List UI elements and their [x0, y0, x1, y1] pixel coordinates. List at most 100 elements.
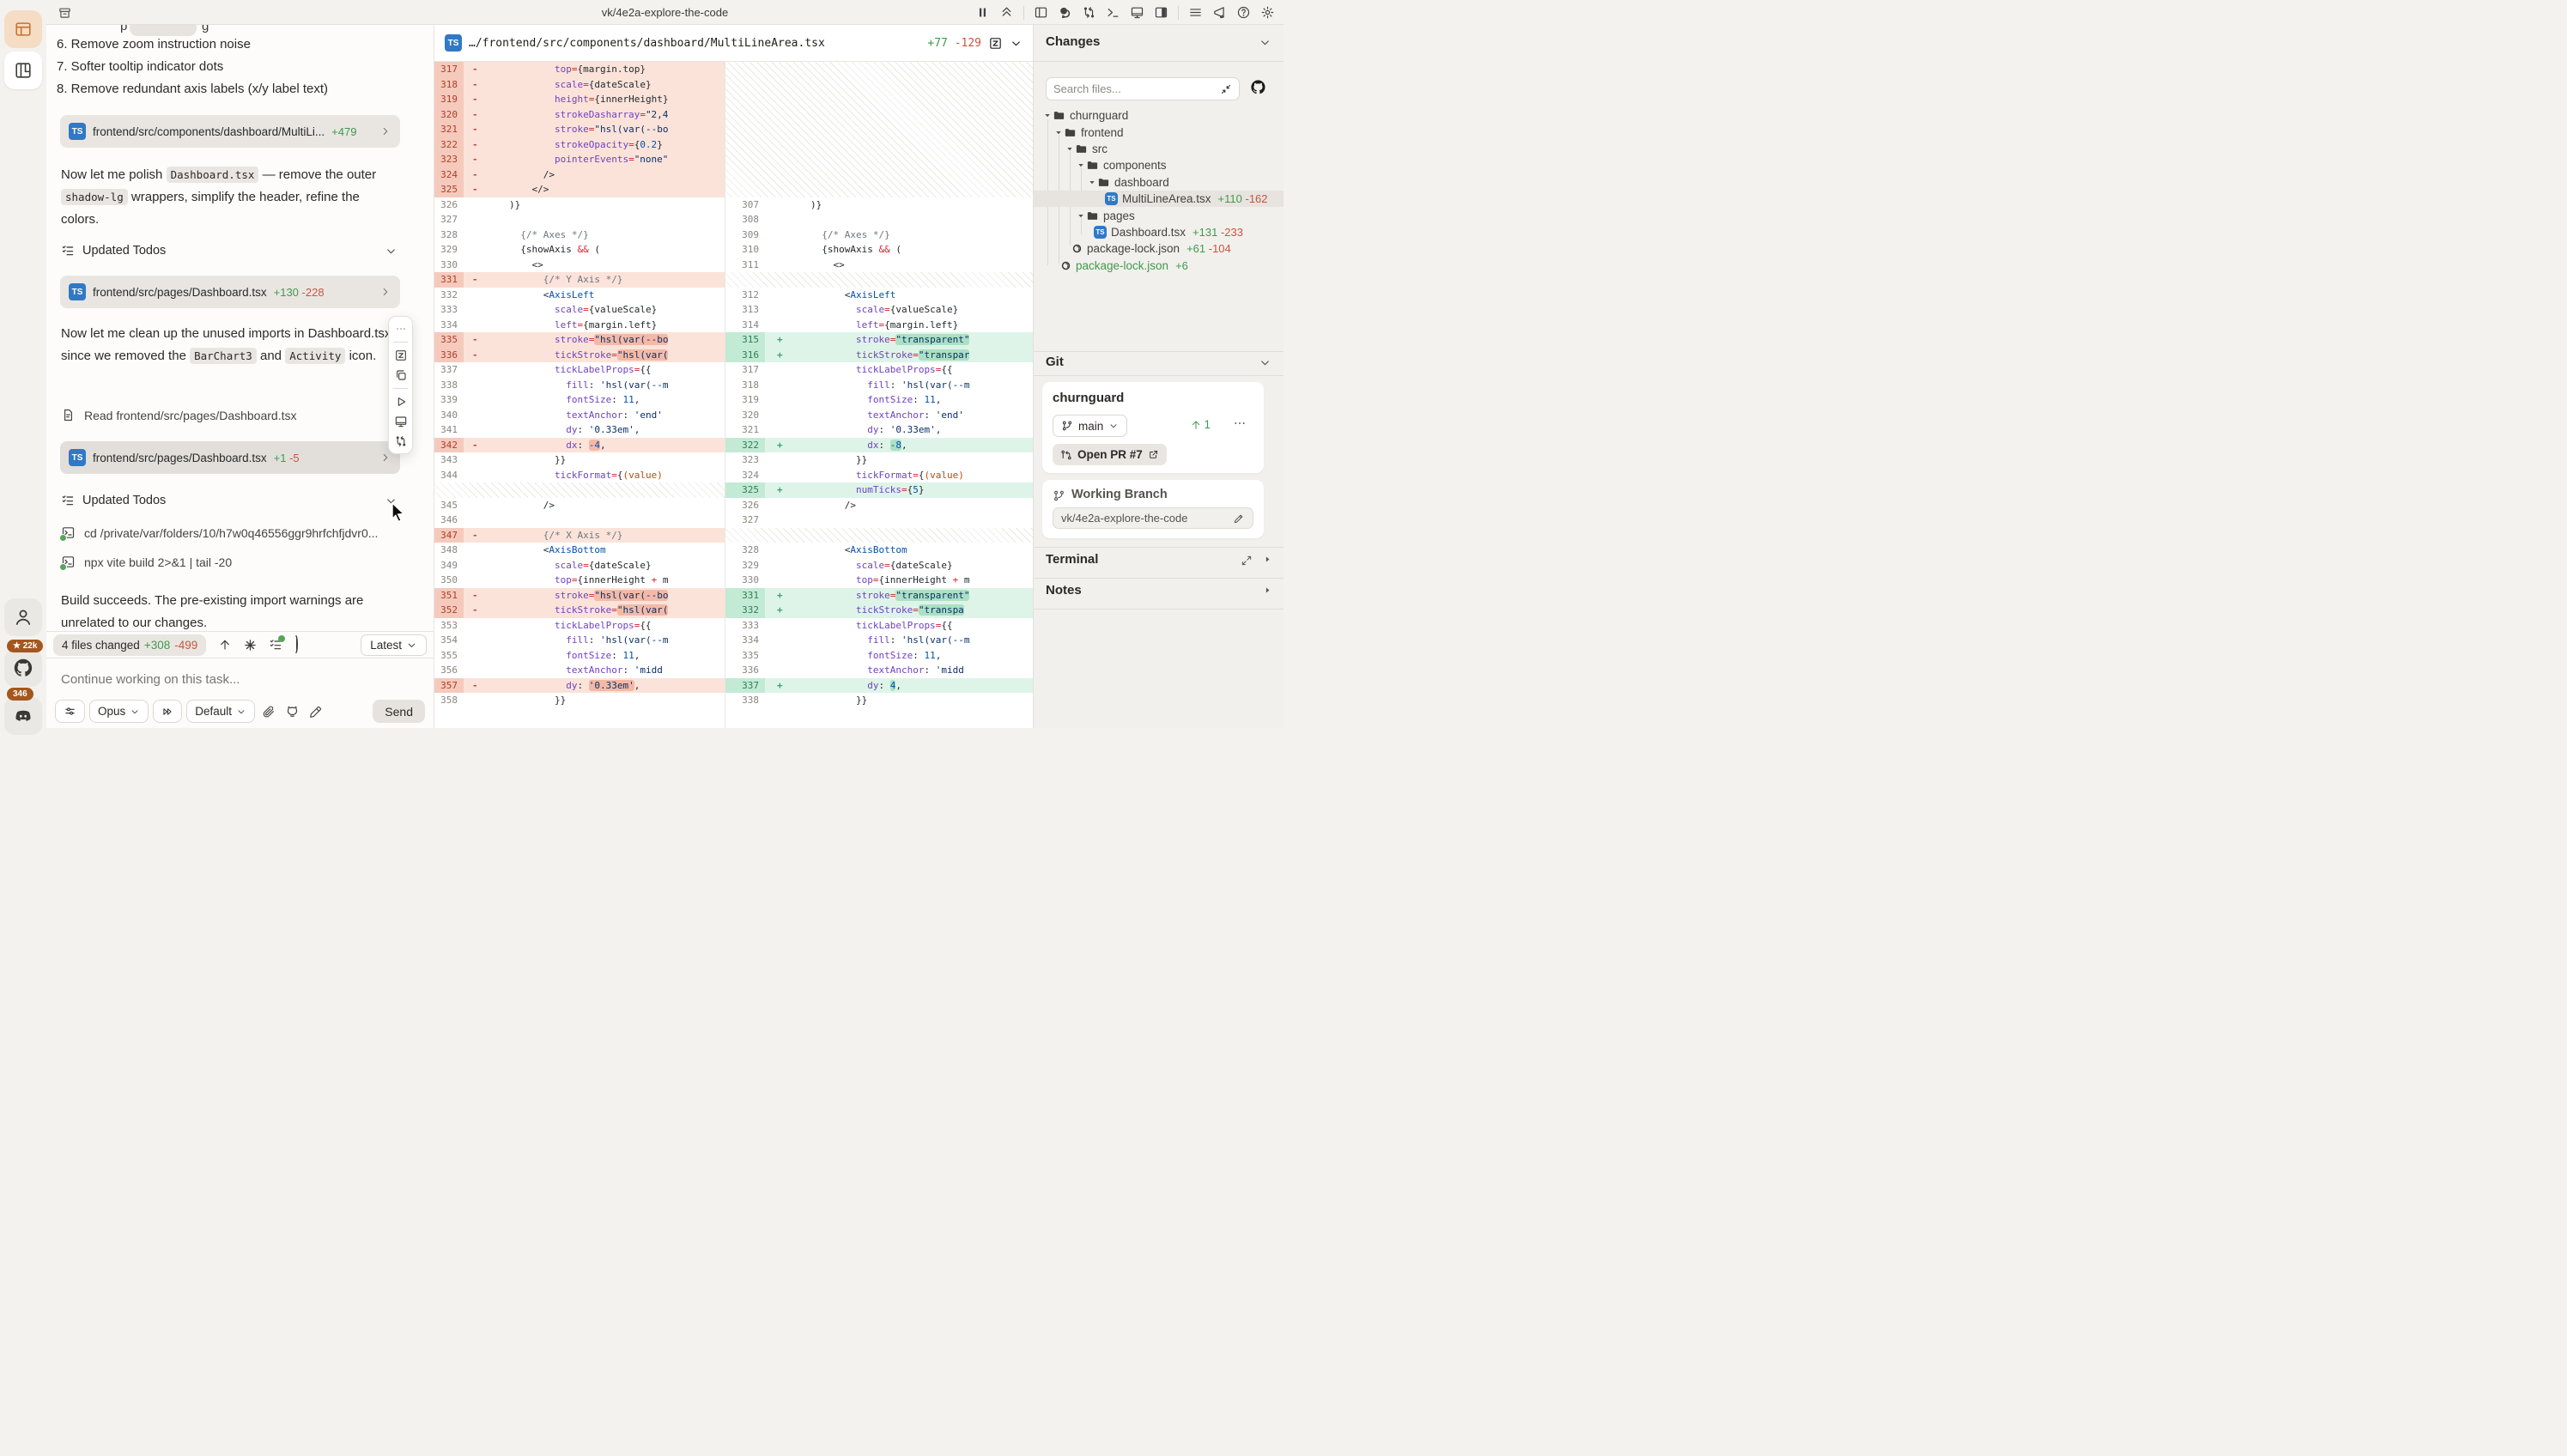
diff-row: 353 tickLabelProps={{ [434, 618, 725, 634]
composer-input[interactable] [61, 672, 419, 687]
gear-icon[interactable] [1260, 5, 1275, 20]
send-button[interactable]: Send [373, 700, 425, 723]
model-dropdown[interactable]: Opus [89, 700, 149, 723]
file-change-chip[interactable]: TSfrontend/src/pages/Dashboard.tsx+1 -5 [60, 441, 400, 474]
diff-row: 345 /> [434, 498, 725, 513]
inline-code: Dashboard.tsx [167, 167, 259, 183]
panel-right-icon[interactable] [1154, 5, 1168, 20]
tree-file-package-lock.json[interactable]: package-lock.json+61 -104 [1034, 240, 1284, 257]
code-line: top={margin.top} [464, 62, 725, 77]
panel-left-icon[interactable] [1034, 5, 1048, 20]
fast-forward-icon[interactable] [153, 700, 182, 723]
code-line: </> [464, 182, 725, 197]
rail-item-workspace-board[interactable] [4, 52, 42, 89]
terminal-command-row[interactable]: cd /private/var/folders/10/h7w0q46556ggr… [61, 525, 378, 540]
tree-folder-components[interactable]: components [1034, 157, 1284, 173]
updated-todos-row[interactable]: Updated Todos [61, 494, 397, 507]
terminal-prompt-icon[interactable] [1106, 5, 1120, 20]
line-number: 358 [434, 693, 464, 708]
menu-icon[interactable] [1188, 5, 1203, 20]
rail-item-workspace-layout[interactable] [4, 10, 42, 48]
pen-icon[interactable] [306, 705, 325, 719]
pkg-icon [1071, 243, 1083, 254]
git-compare-icon[interactable] [394, 434, 408, 448]
open-pr-button[interactable]: Open PR #7 [1053, 444, 1167, 465]
chevrons-up-icon[interactable] [999, 5, 1014, 20]
file-change-chip[interactable]: TSfrontend/src/components/dashboard/Mult… [60, 115, 400, 148]
rail-item-account[interactable] [4, 598, 42, 636]
chat-panel: p g 6. Remove zoom instruction noise7. S… [46, 25, 434, 728]
tree-file-MultiLineArea.tsx[interactable]: TSMultiLineArea.tsx+110 -162 [1034, 191, 1284, 207]
git-header[interactable]: Git [1046, 355, 1064, 369]
branch-selector[interactable]: main [1053, 415, 1127, 437]
code-line: tickFormat={(value) [464, 468, 725, 483]
diff-counts: +130 -228 [274, 286, 325, 299]
chevron-down-icon[interactable] [1259, 356, 1271, 369]
ellipsis-icon[interactable] [1233, 416, 1247, 430]
diff-row: 329 {showAxis && ( [434, 242, 725, 258]
diff-row: 351- stroke="hsl(var(--bo [434, 588, 725, 604]
chevron-down-icon [385, 494, 397, 507]
tree-folder-dashboard[interactable]: dashboard [1034, 174, 1284, 191]
search-input[interactable] [1053, 82, 1215, 95]
cat-icon[interactable] [282, 704, 302, 719]
rail-badge-discord: 346 [7, 688, 33, 701]
chevron-down-icon[interactable] [1010, 37, 1023, 50]
ts-file-badge: TS [69, 283, 86, 300]
latest-dropdown[interactable]: Latest [361, 634, 427, 656]
terminal-command-row[interactable]: npx vite build 2>&1 | tail -20 [61, 555, 232, 569]
megaphone-icon[interactable] [1212, 5, 1227, 20]
zed-icon[interactable] [394, 349, 408, 362]
pause-icon[interactable] [975, 5, 990, 20]
copy-icon[interactable] [394, 368, 408, 382]
working-branch-field[interactable]: vk/4e2a-explore-the-code [1053, 507, 1253, 529]
files-changed-chip[interactable]: 4 files changed +308 -499 [53, 634, 206, 656]
spark-icon[interactable] [244, 639, 257, 652]
chevron-down-icon[interactable] [1259, 36, 1271, 49]
code-line: {/* X Axis */} [464, 528, 725, 543]
changes-header[interactable]: Changes [1046, 34, 1100, 49]
tree-folder-frontend[interactable]: frontend [1034, 124, 1284, 140]
monitor-icon[interactable] [1130, 5, 1144, 20]
pencil-icon[interactable] [1233, 513, 1245, 525]
collapse-icon[interactable] [1220, 83, 1232, 95]
tree-folder-churnguard[interactable]: churnguard [1034, 107, 1284, 124]
line-number: 317 [434, 62, 464, 77]
tree-label: package-lock.json [1076, 259, 1168, 272]
diff-row: 354 fill: 'hsl(var(--m [434, 633, 725, 648]
rail-item-github[interactable] [4, 649, 42, 687]
line-number: 329 [434, 242, 464, 258]
rail-item-discord[interactable] [4, 697, 42, 735]
git-compare-icon[interactable] [1082, 5, 1096, 20]
diff-panel: TS …/frontend/src/components/dashboard/M… [434, 25, 1033, 728]
messages-icon[interactable] [1058, 5, 1072, 20]
updated-todos-row[interactable]: Updated Todos [61, 244, 397, 258]
sliders-icon[interactable] [55, 700, 85, 723]
tree-file-package-lock.json[interactable]: package-lock.json+6 [1034, 258, 1284, 274]
diff-body[interactable]: 317- top={margin.top}318- scale={dateSca… [434, 62, 1033, 728]
zed-icon[interactable] [988, 36, 1003, 51]
diff-row: 346 [434, 513, 725, 528]
mode-dropdown[interactable]: Default [186, 700, 255, 723]
monitor-icon[interactable] [394, 415, 408, 428]
terminal-header[interactable]: Terminal [1046, 552, 1098, 567]
play-icon[interactable] [394, 395, 408, 409]
tree-folder-pages[interactable]: pages [1034, 207, 1284, 223]
working-branch-card: Working Branch vk/4e2a-explore-the-code [1042, 480, 1264, 538]
caret-right-icon[interactable] [1262, 585, 1273, 596]
github-icon[interactable] [1250, 79, 1266, 95]
caret-right-icon[interactable] [1262, 554, 1273, 565]
tree-folder-src[interactable]: src [1034, 141, 1284, 157]
notes-header[interactable]: Notes [1046, 583, 1082, 598]
read-file-row[interactable]: Read frontend/src/pages/Dashboard.tsx [61, 408, 296, 422]
expand-icon[interactable] [1241, 555, 1253, 567]
code-line: top={innerHeight + m [464, 573, 725, 588]
ts-file-badge: TS [445, 34, 462, 52]
file-change-chip[interactable]: TSfrontend/src/pages/Dashboard.tsx+130 -… [60, 276, 400, 308]
file-doc-icon [61, 408, 76, 422]
help-icon[interactable] [1236, 5, 1251, 20]
arrow-up-icon[interactable] [218, 638, 232, 652]
tree-file-Dashboard.tsx[interactable]: TSDashboard.tsx+131 -233 [1034, 224, 1284, 240]
checklist-icon[interactable] [269, 638, 282, 652]
paperclip-icon[interactable] [259, 705, 278, 719]
